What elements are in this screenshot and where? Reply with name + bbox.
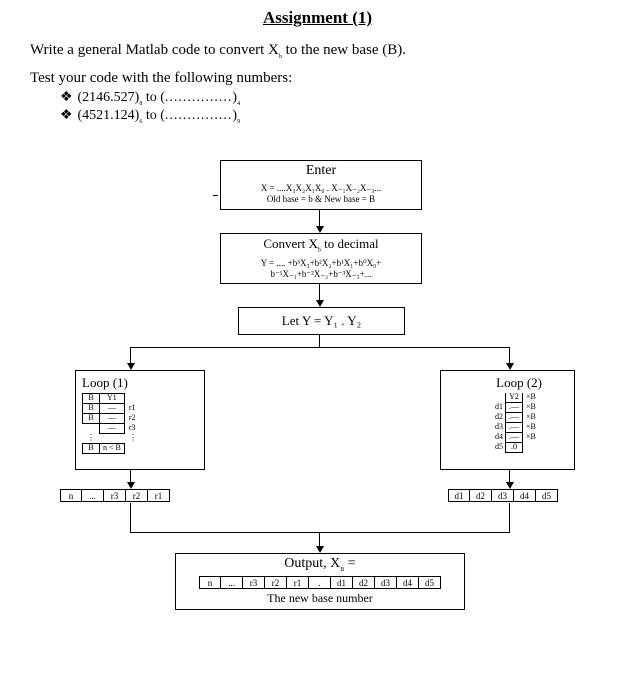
page-title: Assignment (1) <box>30 8 605 28</box>
arrow-down-icon <box>506 482 514 489</box>
loop2-box: Loop (2) Y2×B d1.—×B d2.—×B d3.—×B d4.—×… <box>440 370 575 470</box>
assignment-page: Assignment (1) Write a general Matlab co… <box>0 0 635 700</box>
convert-line2: b⁻¹X₋₁+b⁻²X₋₂+b⁻³X₋₃+... <box>225 269 417 280</box>
prompt-post: to the new base (B). <box>282 42 406 58</box>
output-result-cells: n ... r3 r2 r1 . d1 d2 d3 d4 d5 <box>199 576 441 589</box>
diamond-bullet-icon: ❖ <box>60 89 74 106</box>
diamond-bullet-icon: ❖ <box>60 107 74 124</box>
blank-dots: ............... <box>165 90 233 105</box>
enter-box: Enter X = ....X₃X₂X₁X₀ . X₋₁X₋₂X₋₃... Ol… <box>220 160 422 210</box>
let-box: Let Y = Y₁ . Y₂ <box>238 307 405 335</box>
blank-dots: ............... <box>165 108 233 123</box>
test-mid: to ( <box>142 90 165 105</box>
enter-heading: Enter <box>221 161 421 181</box>
convert-line1: Y = .... +b³X₃+b²X₂+b¹X₁+b⁰X₀+ <box>225 258 417 269</box>
test-list: ❖ (2146.527)8 to (...............)4 ❖ (4… <box>60 89 605 125</box>
enter-line1: X = ....X₃X₂X₁X₀ . X₋₁X₋₂X₋₃... <box>225 183 417 194</box>
to-base-sub: 4 <box>237 101 240 107</box>
test-mid: to ( <box>142 108 165 123</box>
loop1-box: Loop (1) BY1 B—r1 B—r2 —r3 ⋮⋮ Bn < B <box>75 370 205 470</box>
loop2-mult-table: Y2×B d1.—×B d2.—×B d3.—×B d4.—×B d5.0 <box>489 393 539 453</box>
loop1-result-cells: n ... r3 r2 r1 <box>60 489 170 502</box>
connector-line <box>130 347 510 348</box>
loop1-division-table: BY1 B—r1 B—r2 —r3 ⋮⋮ Bn < B <box>82 393 143 454</box>
convert-heading-pre: Convert X <box>263 236 318 251</box>
to-base-sub: 9 <box>237 119 240 125</box>
test-item: ❖ (4521.124)6 to (...............)9 <box>60 107 605 125</box>
arrow-down-icon <box>316 300 324 307</box>
arrow-down-icon <box>127 363 135 370</box>
loop2-result-cells: d1 d2 d3 d4 d5 <box>448 489 558 502</box>
arrow-down-icon <box>127 482 135 489</box>
output-title: Output, XB = <box>176 554 464 573</box>
loop1-title: Loop (1) <box>82 375 198 391</box>
enter-line2: Old base = b & New base = B <box>225 194 417 205</box>
output-box: Output, XB = n ... r3 r2 r1 . d1 d2 d3 d… <box>175 553 465 610</box>
connector-line <box>509 503 510 533</box>
arrow-down-icon <box>316 226 324 233</box>
convert-box: Convert Xb to decimal Y = .... +b³X₃+b²X… <box>220 233 422 284</box>
arrow-down-icon <box>506 363 514 370</box>
test-number: (4521.124) <box>78 108 140 123</box>
test-intro: Test your code with the following number… <box>30 70 605 87</box>
prompt-pre: Write a general Matlab code to convert X <box>30 42 279 58</box>
output-footer: The new base number <box>176 591 464 609</box>
test-number: (2146.527) <box>78 90 140 105</box>
prompt-line: Write a general Matlab code to convert X… <box>30 42 605 60</box>
tick-mark <box>213 195 218 196</box>
arrow-down-icon <box>316 546 324 553</box>
convert-heading-post: to decimal <box>321 236 379 251</box>
let-heading: Let Y = Y₁ . Y₂ <box>239 308 404 334</box>
connector-line <box>130 503 131 533</box>
loop2-title: Loop (2) <box>447 375 568 391</box>
connector-line <box>319 334 320 348</box>
test-item: ❖ (2146.527)8 to (...............)4 <box>60 89 605 107</box>
flowchart: Enter X = ....X₃X₂X₁X₀ . X₋₁X₋₂X₋₃... Ol… <box>0 150 635 690</box>
